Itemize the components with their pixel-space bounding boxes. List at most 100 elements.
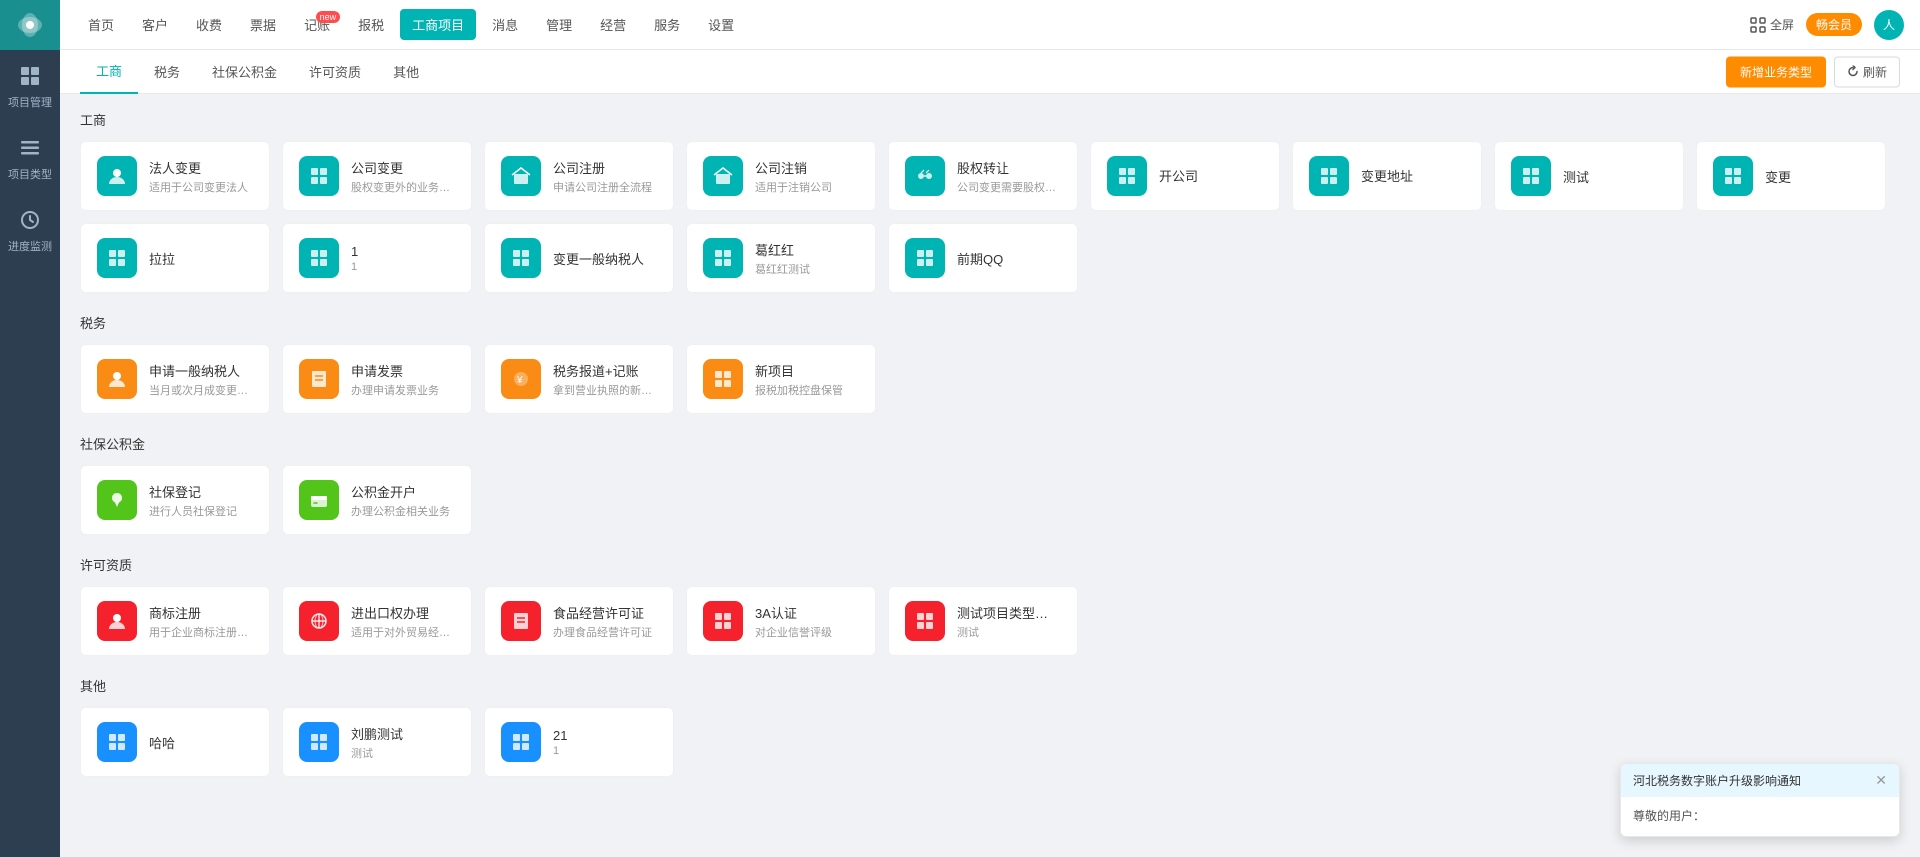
card-icon-test (1511, 156, 1551, 196)
card-icon-company-register (501, 156, 541, 196)
section-title-shuiwu: 税务 (80, 313, 1900, 332)
sidebar-item-project-mgmt[interactable]: 项目管理 (0, 50, 60, 122)
nav-tax[interactable]: 报税 (346, 9, 396, 40)
card-icon-new-project (703, 359, 743, 399)
sidebar-item-project-type[interactable]: 项目类型 (0, 122, 60, 194)
card-apply-invoice[interactable]: 申请发票 办理申请发票业务 (282, 344, 472, 414)
main-area: 首页 客户 收费 票据 记账 new 报税 工商项目 消息 管理 经营 服务 设… (60, 0, 1920, 857)
card-lala[interactable]: 拉拉 (80, 223, 270, 293)
avatar[interactable]: 人 (1874, 10, 1904, 40)
card-haha[interactable]: 哈哈 (80, 707, 270, 777)
card-food-license[interactable]: 食品经营许可证 办理食品经营许可证 (484, 586, 674, 656)
card-num1[interactable]: 1 1 (282, 223, 472, 293)
nav-industrial[interactable]: 工商项目 (400, 9, 476, 40)
card-import-export[interactable]: 进出口权办理 适用于对外贸易经营者 (282, 586, 472, 656)
tab-xuke[interactable]: 许可资质 (293, 50, 377, 94)
card-icon-company-change (299, 156, 339, 196)
tab-bar: 工商 税务 社保公积金 许可资质 其他 新增业务类型 刷新 (60, 50, 1920, 94)
card-icon-social-register (97, 480, 137, 520)
section-gongshang: 工商 法人变更 适用于公司变更法人 (80, 110, 1900, 293)
nav-service[interactable]: 服务 (642, 9, 692, 40)
content-area: 工商 税务 社保公积金 许可资质 其他 新增业务类型 刷新 工商 (60, 50, 1920, 857)
card-change-taxpayer[interactable]: 变更一般纳税人 (484, 223, 674, 293)
card-icon-apply-taxpayer (97, 359, 137, 399)
nav-settings[interactable]: 设置 (696, 9, 746, 40)
logo (0, 0, 60, 50)
card-new-project[interactable]: 新项目 报税加税控盘保管 (686, 344, 876, 414)
card-open-company[interactable]: 开公司 (1090, 141, 1280, 211)
card-num21[interactable]: 21 1 (484, 707, 674, 777)
nav-invoice[interactable]: 票据 (238, 9, 288, 40)
card-trademark[interactable]: 商标注册 用于企业商标注册服务 (80, 586, 270, 656)
section-title-gongshang: 工商 (80, 110, 1900, 129)
section-title-shebao: 社保公积金 (80, 434, 1900, 453)
tab-gongshang[interactable]: 工商 (80, 50, 138, 94)
nav-billing[interactable]: 收费 (184, 9, 234, 40)
card-mahonghong[interactable]: 葛红红 葛红红测试 (686, 223, 876, 293)
card-icon-fund-account (299, 480, 339, 520)
card-icon-num21 (501, 722, 541, 762)
nav-message[interactable]: 消息 (480, 9, 530, 40)
fullscreen-btn[interactable]: 全屏 (1750, 16, 1794, 33)
card-company-cancel[interactable]: 公司注销 适用于注销公司 (686, 141, 876, 211)
card-fund-account[interactable]: 公积金开户 办理公积金相关业务 (282, 465, 472, 535)
card-test[interactable]: 测试 (1494, 141, 1684, 211)
card-icon-change (1713, 156, 1753, 196)
card-company-change[interactable]: 公司变更 股权变更外的业务变更 (282, 141, 472, 211)
refresh-button[interactable]: 刷新 (1834, 56, 1900, 87)
card-change[interactable]: 变更 (1696, 141, 1886, 211)
notification-title: 河北税务数字账户升级影响通知 (1633, 772, 1801, 789)
nav-operations[interactable]: 经营 (588, 9, 638, 40)
card-icon-company-cancel (703, 156, 743, 196)
card-icon-front-qq (905, 238, 945, 278)
section-shuiwu: 税务 申请一般纳税人 当月或次月成变更完成 (80, 313, 1900, 414)
cards-grid-shuiwu: 申请一般纳税人 当月或次月成变更完成 申请发票 办理申请发票业务 (80, 344, 1900, 414)
new-type-button[interactable]: 新增业务类型 (1726, 56, 1826, 87)
card-icon-mahonghong (703, 238, 743, 278)
card-icon-equity-transfer (905, 156, 945, 196)
card-icon-open-company (1107, 156, 1147, 196)
topnav: 首页 客户 收费 票据 记账 new 报税 工商项目 消息 管理 经营 服务 设… (60, 0, 1920, 50)
card-legal-change[interactable]: 法人变更 适用于公司变更法人 (80, 141, 270, 211)
new-badge: new (316, 11, 341, 23)
tab-actions: 新增业务类型 刷新 (1726, 56, 1900, 87)
tab-shuiwu[interactable]: 税务 (138, 50, 196, 94)
card-liupeng-test[interactable]: 刘鹏测试 测试 (282, 707, 472, 777)
nav-management[interactable]: 管理 (534, 9, 584, 40)
nav-customer[interactable]: 客户 (130, 9, 180, 40)
section-title-xuke: 许可资质 (80, 555, 1900, 574)
card-icon-test-type (905, 601, 945, 641)
card-icon-legal-change (97, 156, 137, 196)
card-company-register[interactable]: 公司注册 申请公司注册全流程 (484, 141, 674, 211)
card-icon-import-export (299, 601, 339, 641)
tab-shebao[interactable]: 社保公积金 (196, 50, 293, 94)
section-title-other: 其他 (80, 676, 1900, 695)
cards-grid-gongshang: 法人变更 适用于公司变更法人 公司变更 股权变更外的业务变更 (80, 141, 1900, 293)
card-icon-food-license (501, 601, 541, 641)
card-apply-taxpayer[interactable]: 申请一般纳税人 当月或次月成变更完成 (80, 344, 270, 414)
progress-monitor-icon (16, 206, 44, 234)
vip-button[interactable]: 畅会员 (1806, 13, 1862, 36)
notification-header: 河北税务数字账户升级影响通知 ✕ (1621, 764, 1899, 797)
card-icon-haha (97, 722, 137, 762)
card-equity-transfer[interactable]: 股权转让 公司变更需要股权转让 (888, 141, 1078, 211)
card-change-address[interactable]: 变更地址 (1292, 141, 1482, 211)
card-test-type[interactable]: 测试项目类型目定义 测试 (888, 586, 1078, 656)
tab-other[interactable]: 其他 (377, 50, 435, 94)
card-text-legal-change: 法人变更 适用于公司变更法人 (149, 158, 253, 195)
nav-home[interactable]: 首页 (76, 9, 126, 40)
card-3a-cert[interactable]: 3A认证 对企业信誉评级 (686, 586, 876, 656)
cards-grid-shebao: 社保登记 进行人员社保登记 公积金开户 办理公积金相关业务 (80, 465, 1900, 535)
notification-close-button[interactable]: ✕ (1875, 772, 1887, 789)
nav-items: 首页 客户 收费 票据 记账 new 报税 工商项目 消息 管理 经营 服务 设… (76, 9, 1750, 40)
sidebar-item-progress-monitor[interactable]: 进度监测 (0, 194, 60, 266)
card-icon-lala (97, 238, 137, 278)
card-tax-report[interactable]: ¥ 税务报道+记账 拿到营业执照的新公司 (484, 344, 674, 414)
sections-container: 工商 法人变更 适用于公司变更法人 (60, 94, 1920, 813)
nav-bookkeeping[interactable]: 记账 new (292, 9, 342, 40)
svg-text:¥: ¥ (516, 375, 523, 386)
card-social-register[interactable]: 社保登记 进行人员社保登记 (80, 465, 270, 535)
card-icon-liupeng-test (299, 722, 339, 762)
project-type-icon (16, 134, 44, 162)
card-front-qq[interactable]: 前期QQ (888, 223, 1078, 293)
